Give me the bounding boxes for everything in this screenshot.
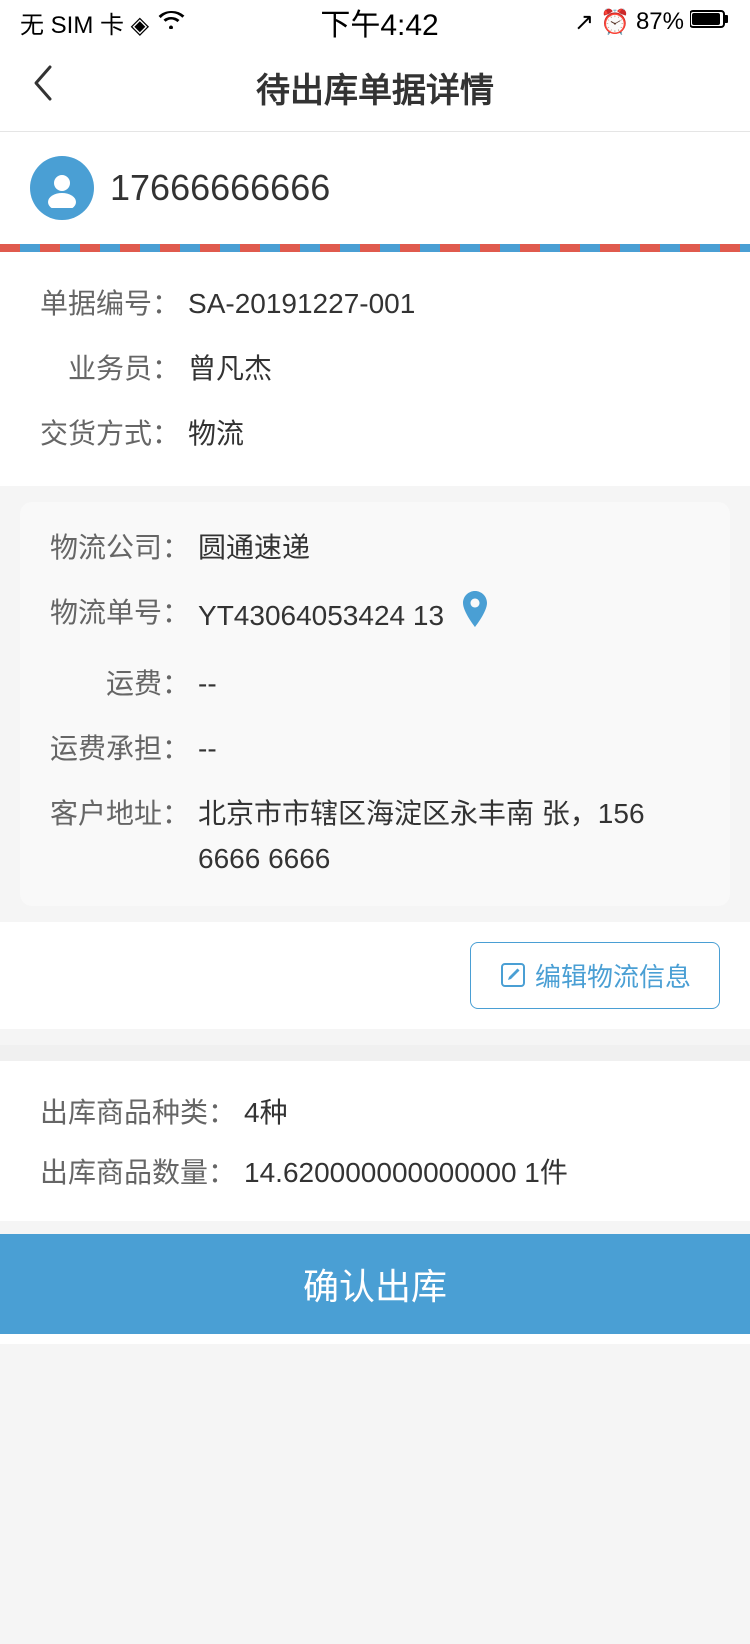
address-row: 客户地址： 北京市市辖区海淀区永丰南 张，156 6666 6666 bbox=[50, 792, 700, 882]
goods-quantity-label: 出库商品数量： bbox=[40, 1151, 236, 1191]
section-divider bbox=[0, 1045, 750, 1061]
bottom-spacer bbox=[0, 1344, 750, 1544]
logistics-card: 物流公司： 圆通速递 物流单号： YT43064053424 13 运费： --… bbox=[20, 502, 730, 905]
status-left: 无 SIM 卡 ◈ bbox=[20, 5, 185, 40]
alarm-icon: ⏰ bbox=[600, 8, 630, 37]
edit-btn-container: 编辑物流信息 bbox=[0, 922, 750, 1029]
sales-person-row: 业务员： 曾凡杰 bbox=[40, 347, 710, 392]
time-display: 下午4:42 bbox=[320, 0, 438, 44]
tracking-number-row: 物流单号： YT43064053424 13 bbox=[50, 591, 700, 642]
confirm-button-label: 确认出库 bbox=[303, 1258, 447, 1310]
order-number-row: 单据编号： SA-20191227-001 bbox=[40, 282, 710, 327]
goods-types-row: 出库商品种类： 4种 bbox=[40, 1091, 710, 1131]
nav-bar: 待出库单据详情 bbox=[0, 44, 750, 132]
wifi-icon bbox=[157, 8, 185, 36]
freight-value: -- bbox=[198, 662, 700, 707]
freight-bear-label: 运费承担： bbox=[50, 727, 190, 772]
location-pin-icon[interactable] bbox=[460, 591, 490, 642]
user-phone: 17666666666 bbox=[110, 167, 330, 209]
status-bar: 无 SIM 卡 ◈ 下午4:42 ↗ ⏰ 87% bbox=[0, 0, 750, 44]
back-button[interactable] bbox=[30, 63, 54, 112]
goods-quantity-row: 出库商品数量： 14.620000000000000 1件 bbox=[40, 1151, 710, 1191]
location-status-icon: ↗ bbox=[574, 8, 594, 37]
order-number-label: 单据编号： bbox=[40, 282, 180, 327]
order-number-value: SA-20191227-001 bbox=[188, 282, 710, 327]
sales-person-value: 曾凡杰 bbox=[188, 347, 710, 392]
logistics-company-value: 圆通速递 bbox=[198, 526, 700, 571]
freight-bear-row: 运费承担： -- bbox=[50, 727, 700, 772]
address-label: 客户地址： bbox=[50, 792, 190, 837]
tracking-number-label: 物流单号： bbox=[50, 591, 190, 636]
confirm-button-bar[interactable]: 确认出库 bbox=[0, 1234, 750, 1334]
goods-section: 出库商品种类： 4种 出库商品数量： 14.620000000000000 1件 bbox=[0, 1061, 750, 1221]
edit-logistics-label: 编辑物流信息 bbox=[535, 957, 691, 994]
user-header: 17666666666 bbox=[0, 132, 750, 244]
delivery-method-label: 交货方式： bbox=[40, 412, 180, 457]
dashed-divider bbox=[0, 244, 750, 252]
address-value: 北京市市辖区海淀区永丰南 张，156 6666 6666 bbox=[198, 792, 700, 882]
goods-quantity-value: 14.620000000000000 1件 bbox=[244, 1151, 710, 1191]
edit-logistics-button[interactable]: 编辑物流信息 bbox=[470, 942, 720, 1009]
tracking-number-value: YT43064053424 13 bbox=[198, 591, 700, 642]
delivery-method-value: 物流 bbox=[188, 412, 710, 457]
freight-label: 运费： bbox=[50, 662, 190, 707]
logistics-company-label: 物流公司： bbox=[50, 526, 190, 571]
battery-icon bbox=[690, 8, 730, 36]
page-title: 待出库单据详情 bbox=[256, 63, 494, 112]
delivery-method-row: 交货方式： 物流 bbox=[40, 412, 710, 457]
battery-percent: 87% bbox=[636, 8, 684, 36]
sim-status: 无 SIM 卡 ◈ bbox=[20, 5, 149, 40]
logistics-company-row: 物流公司： 圆通速递 bbox=[50, 526, 700, 571]
status-right: ↗ ⏰ 87% bbox=[574, 8, 730, 37]
freight-bear-value: -- bbox=[198, 727, 700, 772]
sales-person-label: 业务员： bbox=[40, 347, 180, 392]
freight-row: 运费： -- bbox=[50, 662, 700, 707]
avatar bbox=[30, 156, 94, 220]
goods-types-value: 4种 bbox=[244, 1091, 710, 1131]
order-info-section: 单据编号： SA-20191227-001 业务员： 曾凡杰 交货方式： 物流 bbox=[0, 252, 750, 486]
goods-types-label: 出库商品种类： bbox=[40, 1091, 236, 1131]
